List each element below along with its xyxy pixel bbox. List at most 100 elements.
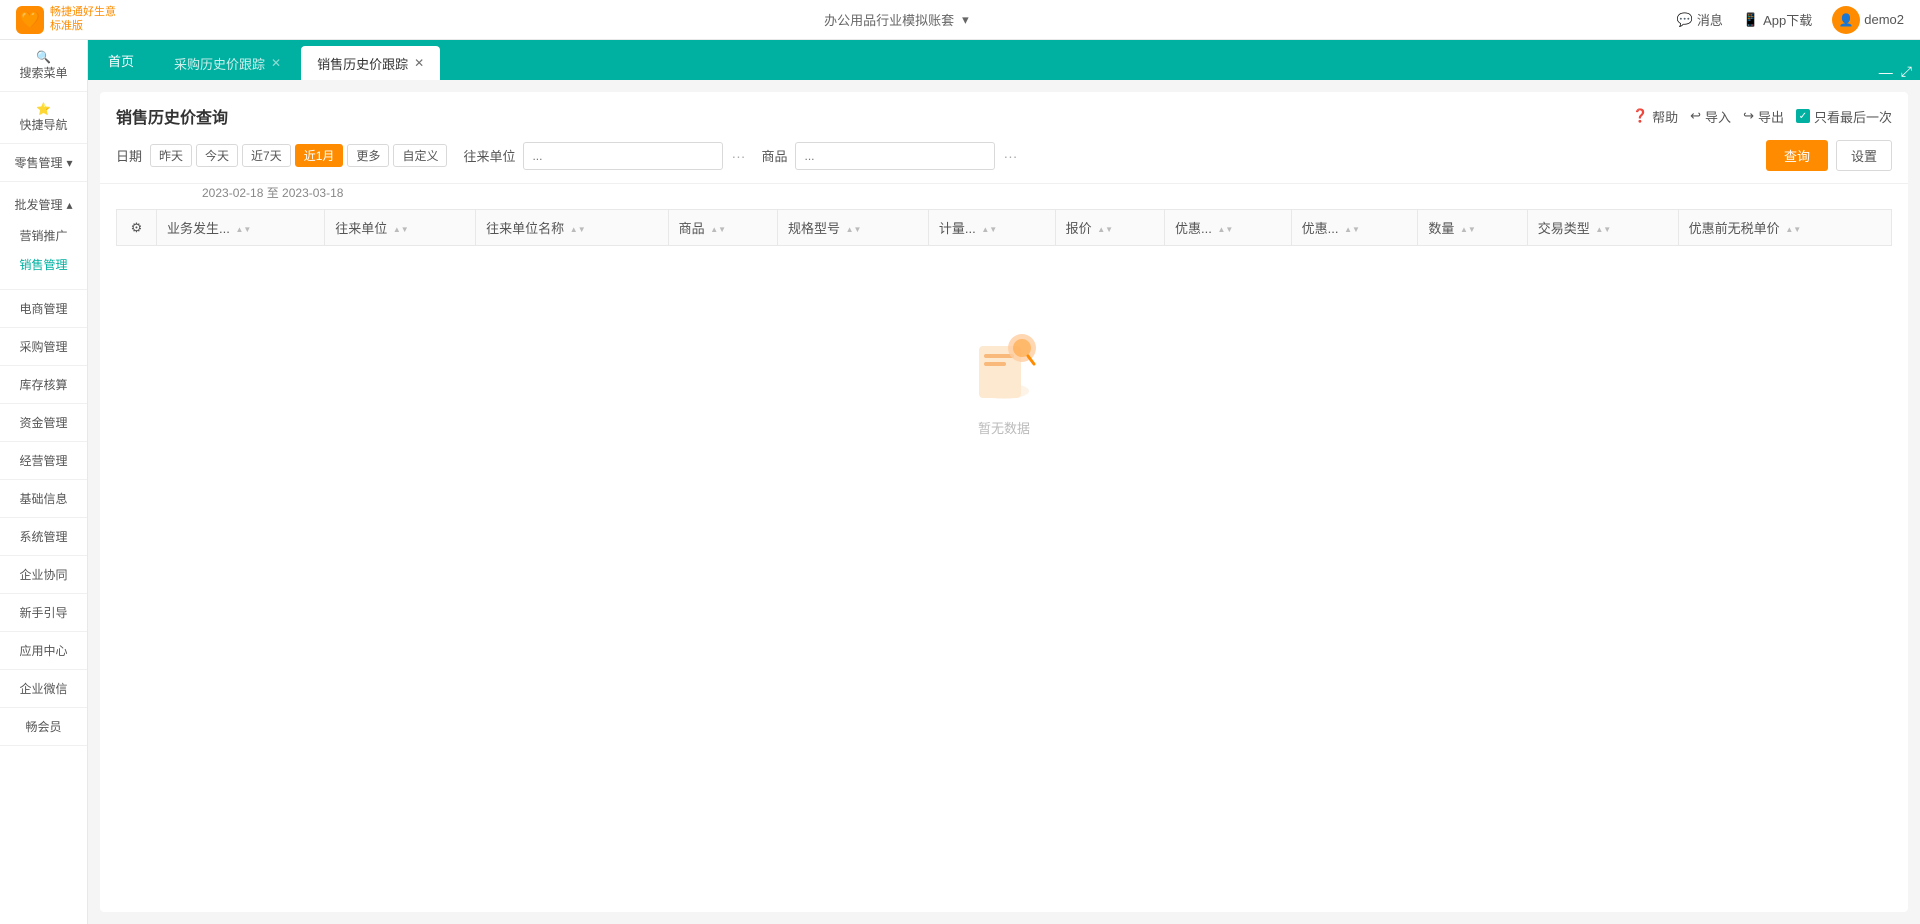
th-qty[interactable]: 数量 ▲▼ [1418,210,1527,246]
filter-area: 日期 昨天 今天 近7天 近1月 更多 自定义 往来单位 ·· [100,128,1908,184]
settings-button[interactable]: 设置 [1836,140,1892,171]
th-partner-code[interactable]: 往来单位 ▲▼ [325,210,476,246]
import-button[interactable]: ↩ 导入 [1690,107,1731,126]
date-range-row: 2023-02-18 至 2023-03-18 [100,184,1908,209]
message-icon: 💬 [1677,12,1693,28]
sidebar-item-retail[interactable]: 零售管理 ▾ [0,144,87,182]
sidebar-item-operations[interactable]: 经营管理 [0,442,87,480]
partner-more-icon[interactable]: ··· [731,148,745,164]
sidebar-item-basic-info[interactable]: 基础信息 [0,480,87,518]
page-card: 销售历史价查询 ❓ 帮助 ↩ 导入 ↪ 导出 [100,92,1908,912]
date-btn-more[interactable]: 更多 [347,144,389,167]
export-button[interactable]: ↪ 导出 [1743,107,1784,126]
sidebar-item-marketing[interactable]: 营销推广 [4,221,83,250]
empty-text: 暂无数据 [978,418,1030,437]
date-buttons: 昨天 今天 近7天 近1月 更多 自定义 [150,144,447,167]
sidebar-item-finance[interactable]: 资金管理 [0,404,87,442]
sidebar-item-purchase[interactable]: 采购管理 [0,328,87,366]
date-btn-7days[interactable]: 近7天 [242,144,291,167]
download-icon: 📱 [1743,12,1759,28]
tab-home[interactable]: 首页 [88,40,154,80]
tab-right-actions: — ⤢ [1879,63,1920,80]
app-selector[interactable]: 办公用品行业模拟账套 ▾ [824,10,969,29]
sidebar-item-wechat[interactable]: 企业微信 [0,670,87,708]
date-btn-yesterday[interactable]: 昨天 [150,144,192,167]
logo-icon: 🧡 [16,6,44,34]
th-spec[interactable]: 规格型号 ▲▼ [777,210,928,246]
sidebar-item-member[interactable]: 畅会员 [0,708,87,746]
only-last-checkbox[interactable]: ✓ 只看最后一次 [1796,107,1892,126]
maximize-button[interactable]: ⤢ [1901,63,1912,80]
user-menu[interactable]: 👤 demo2 [1832,6,1904,34]
app-download-button[interactable]: 📱 App下载 [1743,10,1812,29]
wholesale-subitems: 营销推广 销售管理 [4,217,83,279]
help-button[interactable]: ❓ 帮助 [1632,107,1678,126]
th-biz-date[interactable]: 业务发生... ▲▼ [157,210,325,246]
th-gear[interactable]: ⚙ [117,210,157,246]
filter-actions: 查询 设置 [1766,140,1892,171]
sidebar-item-ecommerce[interactable]: 电商管理 [0,290,87,328]
empty-icon [964,326,1044,406]
sidebar-item-inventory[interactable]: 库存核算 [0,366,87,404]
gear-icon[interactable]: ⚙ [131,220,143,235]
sidebar-item-cooperation[interactable]: 企业协同 [0,556,87,594]
content-area: 首页 采购历史价跟踪 ✕ 销售历史价跟踪 ✕ — ⤢ 销售历史价查询 [88,40,1920,924]
checkbox-icon: ✓ [1796,109,1810,123]
th-partner-name[interactable]: 往来单位名称 ▲▼ [476,210,668,246]
close-purchase-tab-button[interactable]: ✕ [271,56,281,70]
wholesale-header[interactable]: 批发管理 ▴ [4,192,83,217]
sidebar-item-shortcuts[interactable]: ⭐ 快捷导航 [0,92,87,144]
sidebar-item-system[interactable]: 系统管理 [0,518,87,556]
th-unit[interactable]: 计量... ▲▼ [928,210,1055,246]
page-header-actions: ❓ 帮助 ↩ 导入 ↪ 导出 ✓ 只看最后一次 [1632,107,1892,126]
top-bar-right: 💬 消息 📱 App下载 👤 demo2 [1677,6,1904,34]
goods-filter-group: 商品 ··· [761,142,1017,170]
import-icon: ↩ [1690,108,1701,124]
th-goods[interactable]: 商品 ▲▼ [668,210,777,246]
sidebar-item-guide[interactable]: 新手引导 [0,594,87,632]
page-title: 销售历史价查询 [116,104,228,128]
th-discount1[interactable]: 优惠... ▲▼ [1164,210,1291,246]
search-icon: 🔍 [36,50,51,64]
date-btn-today[interactable]: 今天 [196,144,238,167]
sidebar-item-search[interactable]: 🔍 搜索菜单 [0,40,87,92]
logo-area: 🧡 畅捷通好生意 标准版 [16,6,116,34]
chevron-up-icon: ▴ [66,198,72,212]
page-content: 销售历史价查询 ❓ 帮助 ↩ 导入 ↪ 导出 [88,80,1920,924]
sidebar-item-sales-management[interactable]: 销售管理 [4,250,83,279]
tab-sales-history[interactable]: 销售历史价跟踪 ✕ [301,46,440,80]
table-wrapper: ⚙ 业务发生... ▲▼ 往来单位 ▲▼ [100,209,1908,246]
tab-purchase-history[interactable]: 采购历史价跟踪 ✕ [158,46,297,80]
top-bar-left: 🧡 畅捷通好生意 标准版 [16,6,116,34]
message-button[interactable]: 💬 消息 [1677,10,1723,29]
goods-more-icon[interactable]: ··· [1003,148,1017,164]
goods-input[interactable] [795,142,995,170]
date-btn-custom[interactable]: 自定义 [393,144,447,167]
chevron-down-icon: ▾ [66,156,72,170]
minimize-button[interactable]: — [1879,64,1893,80]
date-range-text: 2023-02-18 至 2023-03-18 [202,184,343,201]
page-header: 销售历史价查询 ❓ 帮助 ↩ 导入 ↪ 导出 [100,92,1908,128]
query-button[interactable]: 查询 [1766,140,1828,171]
sidebar-item-app-center[interactable]: 应用中心 [0,632,87,670]
chevron-down-icon: ▾ [962,12,969,28]
th-trade-type[interactable]: 交易类型 ▲▼ [1527,210,1678,246]
empty-state: 暂无数据 [100,246,1908,517]
th-quote[interactable]: 报价 ▲▼ [1055,210,1164,246]
main-layout: 🔍 搜索菜单 ⭐ 快捷导航 零售管理 ▾ 批发管理 ▴ 营销推广 销售管理 [0,40,1920,924]
table-header-row: ⚙ 业务发生... ▲▼ 往来单位 ▲▼ [117,210,1892,246]
partner-input[interactable] [523,142,723,170]
sidebar: 🔍 搜索菜单 ⭐ 快捷导航 零售管理 ▾ 批发管理 ▴ 营销推广 销售管理 [0,40,88,924]
help-icon: ❓ [1632,108,1648,124]
export-icon: ↪ [1743,108,1754,124]
sidebar-item-wholesale: 批发管理 ▴ 营销推广 销售管理 [0,182,87,290]
logo-text: 畅捷通好生意 标准版 [50,6,116,32]
partner-filter-group: 往来单位 ··· [463,142,745,170]
th-pre-discount-price[interactable]: 优惠前无税单价 ▲▼ [1678,210,1891,246]
date-btn-1month[interactable]: 近1月 [295,144,344,167]
top-bar: 🧡 畅捷通好生意 标准版 办公用品行业模拟账套 ▾ 💬 消息 📱 App下载 👤… [0,0,1920,40]
close-sales-tab-button[interactable]: ✕ [414,56,424,70]
th-discount2[interactable]: 优惠... ▲▼ [1291,210,1418,246]
avatar: 👤 [1832,6,1860,34]
tab-bar: 首页 采购历史价跟踪 ✕ 销售历史价跟踪 ✕ — ⤢ [88,40,1920,80]
